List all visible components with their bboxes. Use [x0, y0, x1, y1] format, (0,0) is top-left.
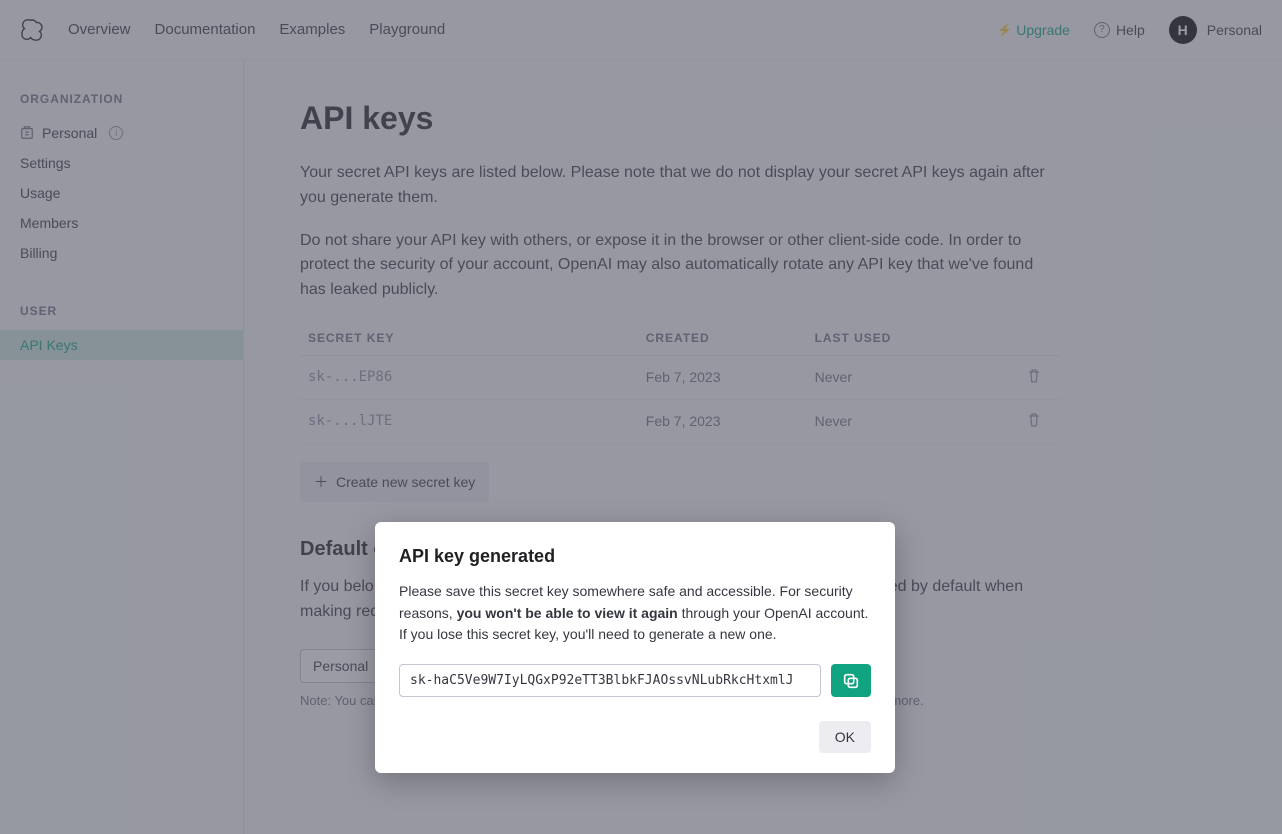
building-icon: [20, 126, 34, 140]
modal-body-bold: you won't be able to view it again: [457, 605, 678, 621]
sidebar-org-heading: ORGANIZATION: [0, 84, 243, 118]
bolt-icon: ⚡: [997, 23, 1012, 37]
sidebar-user-heading: USER: [0, 296, 243, 330]
key-last-used: Never: [807, 399, 1018, 443]
help-icon: ?: [1094, 22, 1110, 38]
modal-ok-button[interactable]: OK: [819, 721, 871, 753]
sidebar-item-api-keys[interactable]: API Keys: [0, 330, 243, 360]
create-key-button[interactable]: ＋ Create new secret key: [300, 462, 489, 502]
nav-overview[interactable]: Overview: [68, 21, 131, 38]
help-label: Help: [1116, 22, 1145, 38]
copy-icon: [842, 672, 860, 690]
modal-body: Please save this secret key somewhere sa…: [399, 581, 871, 646]
col-created: CREATED: [638, 321, 807, 356]
intro-paragraph-1: Your secret API keys are listed below. P…: [300, 161, 1060, 211]
sidebar-org-switcher[interactable]: Personal i: [0, 118, 243, 148]
table-row: sk-...EP86 Feb 7, 2023 Never: [300, 355, 1060, 399]
nav-documentation[interactable]: Documentation: [155, 21, 256, 38]
api-keys-table: SECRET KEY CREATED LAST USED sk-...EP86 …: [300, 321, 1060, 444]
user-menu[interactable]: H Personal: [1169, 16, 1262, 44]
key-last-used: Never: [807, 355, 1018, 399]
top-nav: Overview Documentation Examples Playgrou…: [0, 0, 1282, 60]
trash-icon[interactable]: [1026, 368, 1042, 384]
key-created: Feb 7, 2023: [638, 399, 807, 443]
default-org-value: Personal: [313, 658, 368, 674]
key-preview: sk-...EP86: [300, 355, 638, 399]
key-preview: sk-...lJTE: [300, 399, 638, 443]
nav-examples[interactable]: Examples: [279, 21, 345, 38]
nav-links: Overview Documentation Examples Playgrou…: [68, 21, 445, 38]
copy-key-button[interactable]: [831, 664, 871, 697]
user-label: Personal: [1207, 22, 1262, 38]
sidebar: ORGANIZATION Personal i Settings Usage M…: [0, 60, 244, 834]
col-last-used: LAST USED: [807, 321, 1018, 356]
avatar: H: [1169, 16, 1197, 44]
api-key-generated-modal: API key generated Please save this secre…: [375, 522, 895, 773]
sidebar-item-usage[interactable]: Usage: [0, 178, 243, 208]
upgrade-label: Upgrade: [1016, 22, 1070, 38]
nav-playground[interactable]: Playground: [369, 21, 445, 38]
sidebar-item-settings[interactable]: Settings: [0, 148, 243, 178]
table-row: sk-...lJTE Feb 7, 2023 Never: [300, 399, 1060, 443]
upgrade-link[interactable]: ⚡ Upgrade: [997, 22, 1070, 38]
modal-title: API key generated: [399, 546, 871, 567]
create-key-label: Create new secret key: [336, 474, 475, 490]
help-link[interactable]: ? Help: [1094, 22, 1145, 38]
trash-icon[interactable]: [1026, 412, 1042, 428]
col-secret-key: SECRET KEY: [300, 321, 638, 356]
sidebar-item-members[interactable]: Members: [0, 208, 243, 238]
key-created: Feb 7, 2023: [638, 355, 807, 399]
plus-icon: ＋: [314, 472, 328, 492]
sidebar-item-billing[interactable]: Billing: [0, 238, 243, 268]
page-title: API keys: [300, 100, 1226, 137]
openai-logo[interactable]: [20, 18, 44, 42]
info-icon: i: [109, 126, 123, 140]
intro-paragraph-2: Do not share your API key with others, o…: [300, 229, 1060, 303]
generated-key-input[interactable]: [399, 664, 821, 697]
sidebar-org-name: Personal: [42, 125, 97, 141]
